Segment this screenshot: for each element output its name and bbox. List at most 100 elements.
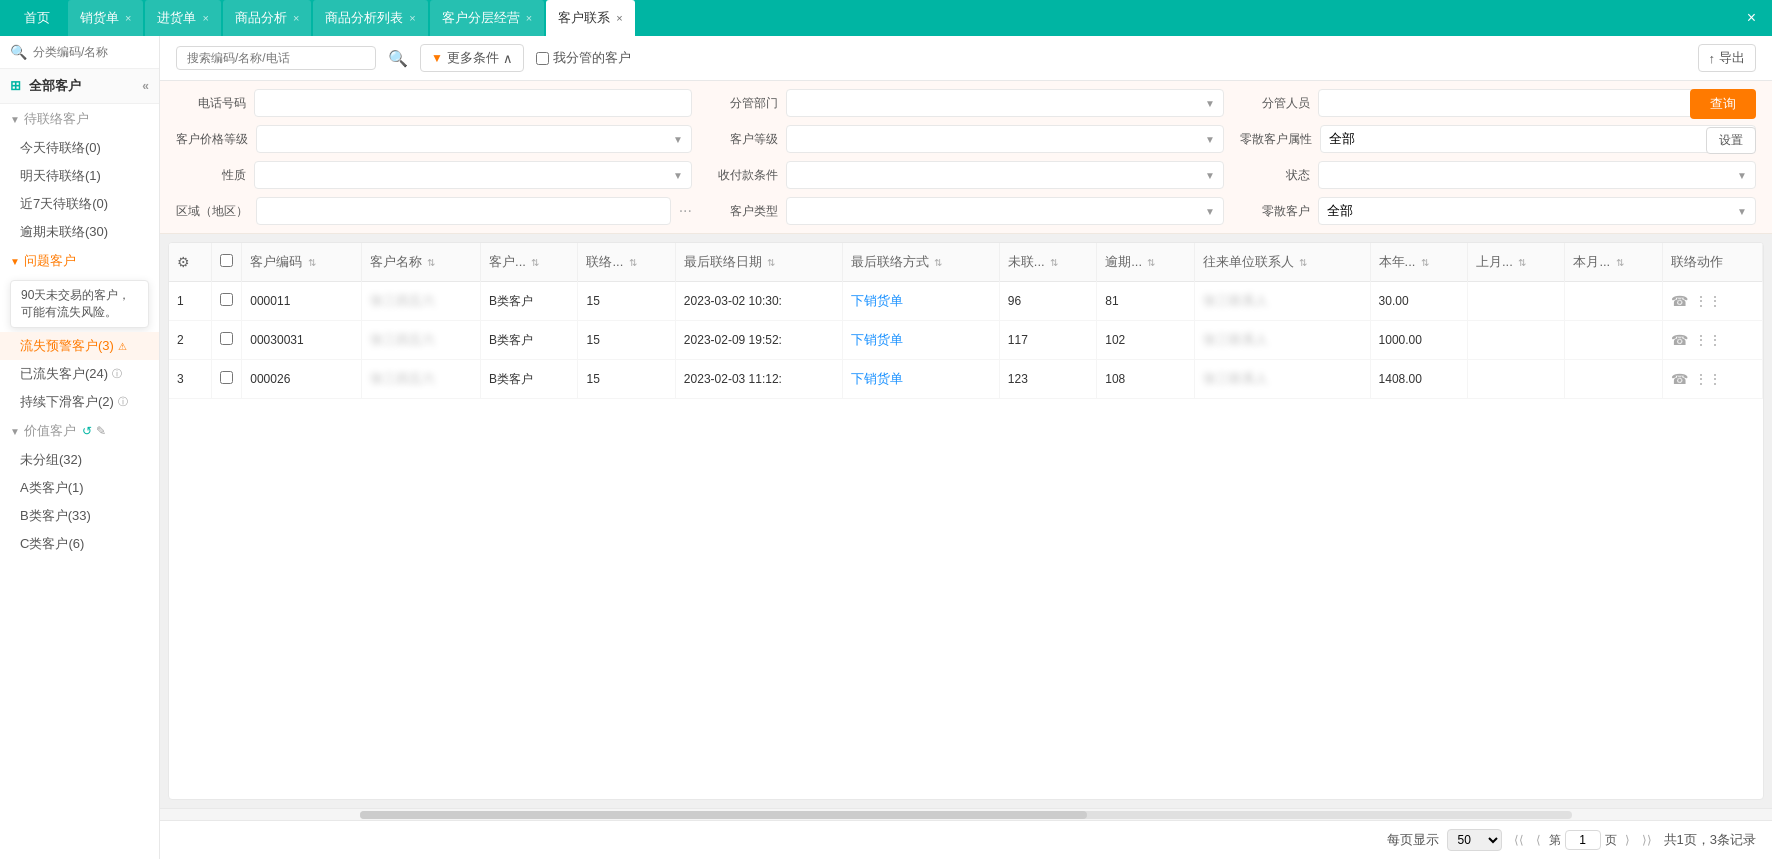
cell-last-month-0 [1467, 282, 1564, 321]
settings-button[interactable]: 设置 [1706, 127, 1756, 154]
value-refresh-icon[interactable]: ↺ [82, 424, 92, 438]
sort-uncontacted-icon[interactable]: ⇅ [1050, 257, 1058, 268]
row-checkbox-1[interactable] [220, 332, 233, 345]
sort-liaison-icon[interactable]: ⇅ [1299, 257, 1307, 268]
contact-action-icon-0[interactable]: ☎ [1671, 293, 1688, 309]
table-footer: 每页显示 50 20 100 ⟨⟨ ⟨ 第 页 ⟩ ⟩⟩ 共1页，3条记录 [160, 820, 1772, 859]
payment-select[interactable]: ▼ [786, 161, 1224, 189]
tab-product-analysis[interactable]: 商品分析 × [223, 0, 311, 36]
sidebar-group-pending[interactable]: ▼ 待联络客户 [0, 104, 159, 134]
my-customers-checkbox-label[interactable]: 我分管的客户 [536, 49, 631, 67]
sidebar-item-declining[interactable]: 持续下滑客户(2) ⓘ [0, 388, 159, 416]
price-grade-select[interactable]: ▼ [256, 125, 692, 153]
manager-select[interactable] [1318, 89, 1735, 117]
close-product-analysis-icon[interactable]: × [293, 12, 299, 24]
sort-code-icon[interactable]: ⇅ [308, 257, 316, 268]
export-button[interactable]: ↑ 导出 [1698, 44, 1757, 72]
sort-type-icon[interactable]: ⇅ [531, 257, 539, 268]
sidebar-item-churn-warning[interactable]: 流失预警客户(3) ⚠ [0, 332, 159, 360]
close-customer-contact-icon[interactable]: × [616, 12, 622, 24]
retail-attr-select[interactable]: 全部 ▼ [1320, 125, 1756, 153]
sidebar-all-customers[interactable]: ⊞ 全部客户 « [0, 69, 159, 104]
more-action-icon-2[interactable]: ⋮⋮ [1694, 371, 1722, 387]
row-checkbox-0[interactable] [220, 293, 233, 306]
retail-customer-label: 零散客户 [1240, 203, 1310, 220]
sort-overdue-icon[interactable]: ⇅ [1147, 257, 1155, 268]
close-purchase-order-icon[interactable]: × [202, 12, 208, 24]
cell-name-2: 张三四五六 [361, 360, 480, 399]
table-header-row: ⚙ 客户编码 ⇅ 客户名称 ⇅ [169, 243, 1763, 282]
contact-method-link-2[interactable]: 下销货单 [851, 371, 903, 386]
close-customer-layer-icon[interactable]: × [526, 12, 532, 24]
sort-name-icon[interactable]: ⇅ [427, 257, 435, 268]
region-input[interactable] [256, 197, 671, 225]
sort-current-month-icon[interactable]: ⇅ [1616, 257, 1624, 268]
sidebar-item-churned[interactable]: 已流失客户(24) ⓘ [0, 360, 159, 388]
table-settings-icon[interactable]: ⚙ [177, 254, 190, 270]
tab-sales-order[interactable]: 销货单 × [68, 0, 143, 36]
tab-customer-contact[interactable]: 客户联系 × [546, 0, 634, 36]
close-sales-order-icon[interactable]: × [125, 12, 131, 24]
more-action-icon-0[interactable]: ⋮⋮ [1694, 293, 1722, 309]
tab-product-analysis-list[interactable]: 商品分析列表 × [313, 0, 427, 36]
tab-purchase-order[interactable]: 进货单 × [145, 0, 220, 36]
select-all-checkbox[interactable] [220, 254, 233, 267]
contact-action-icon-2[interactable]: ☎ [1671, 371, 1688, 387]
window-close-button[interactable]: × [1739, 9, 1764, 27]
sidebar-item-7day-pending[interactable]: 近7天待联络(0) [0, 190, 159, 218]
sidebar-item-class-a[interactable]: A类客户(1) [0, 474, 159, 502]
more-action-icon-1[interactable]: ⋮⋮ [1694, 332, 1722, 348]
region-dots-icon[interactable]: ··· [679, 202, 692, 220]
page-size-select[interactable]: 50 20 100 [1447, 829, 1502, 851]
more-chevron-icon: ∧ [503, 51, 513, 66]
prev-page-button[interactable]: ⟨ [1532, 831, 1545, 849]
home-tab[interactable]: 首页 [8, 0, 66, 36]
contact-action-icon-1[interactable]: ☎ [1671, 332, 1688, 348]
search-button[interactable]: 🔍 [388, 49, 408, 68]
filter-row-status: 状态 ▼ [1240, 161, 1756, 189]
dept-select[interactable]: ▼ [786, 89, 1224, 117]
sidebar-item-class-b[interactable]: B类客户(33) [0, 502, 159, 530]
sidebar-item-overdue-contact[interactable]: 逾期未联络(30) [0, 218, 159, 246]
more-conditions-button[interactable]: ▼ 更多条件 ∧ [420, 44, 524, 72]
sidebar-group-problem[interactable]: ▼ 问题客户 [0, 246, 159, 276]
last-page-button[interactable]: ⟩⟩ [1638, 831, 1656, 849]
row-checkbox-2[interactable] [220, 371, 233, 384]
sort-contact-icon[interactable]: ⇅ [629, 257, 637, 268]
contact-method-link-1[interactable]: 下销货单 [851, 332, 903, 347]
nature-select[interactable]: ▼ [254, 161, 692, 189]
customer-grade-select[interactable]: ▼ [786, 125, 1224, 153]
value-edit-icon[interactable]: ✎ [96, 424, 106, 438]
scroll-thumb[interactable] [360, 811, 1087, 819]
payment-chevron-icon: ▼ [1205, 170, 1215, 181]
contact-method-link-0[interactable]: 下销货单 [851, 293, 903, 308]
sidebar-group-value[interactable]: ▼ 价值客户 ↺ ✎ [0, 416, 159, 446]
filter-row-price-grade: 客户价格等级 ▼ [176, 125, 692, 153]
sort-date-icon[interactable]: ⇅ [767, 257, 775, 268]
phone-input[interactable] [254, 89, 692, 117]
search-input[interactable] [176, 46, 376, 70]
horizontal-scrollbar[interactable] [160, 808, 1772, 820]
sort-last-month-icon[interactable]: ⇅ [1518, 257, 1526, 268]
tab-customer-layer[interactable]: 客户分层经营 × [430, 0, 544, 36]
sidebar-item-class-c[interactable]: C类客户(6) [0, 530, 159, 558]
sidebar-collapse-icon[interactable]: « [142, 79, 149, 93]
page-number-input[interactable] [1565, 830, 1601, 850]
next-page-button[interactable]: ⟩ [1621, 831, 1634, 849]
sidebar-item-today-pending[interactable]: 今天待联络(0) [0, 134, 159, 162]
close-product-analysis-list-icon[interactable]: × [409, 12, 415, 24]
sidebar-item-tomorrow-pending[interactable]: 明天待联络(1) [0, 162, 159, 190]
first-page-button[interactable]: ⟨⟨ [1510, 831, 1528, 849]
liaison-blurred-1: 张三联系人 [1203, 332, 1268, 347]
status-select[interactable]: ▼ [1318, 161, 1756, 189]
cell-actions-1: ☎ ⋮⋮ [1662, 321, 1762, 360]
status-chevron-icon: ▼ [1737, 170, 1747, 181]
sidebar-item-ungrouped[interactable]: 未分组(32) [0, 446, 159, 474]
customer-type-select[interactable]: ▼ [786, 197, 1224, 225]
query-button[interactable]: 查询 [1690, 89, 1756, 119]
sidebar-search-input[interactable] [33, 45, 149, 59]
my-customers-checkbox[interactable] [536, 52, 549, 65]
sort-year-icon[interactable]: ⇅ [1421, 257, 1429, 268]
sort-method-icon[interactable]: ⇅ [934, 257, 942, 268]
retail-customer-select[interactable]: 全部 ▼ [1318, 197, 1756, 225]
